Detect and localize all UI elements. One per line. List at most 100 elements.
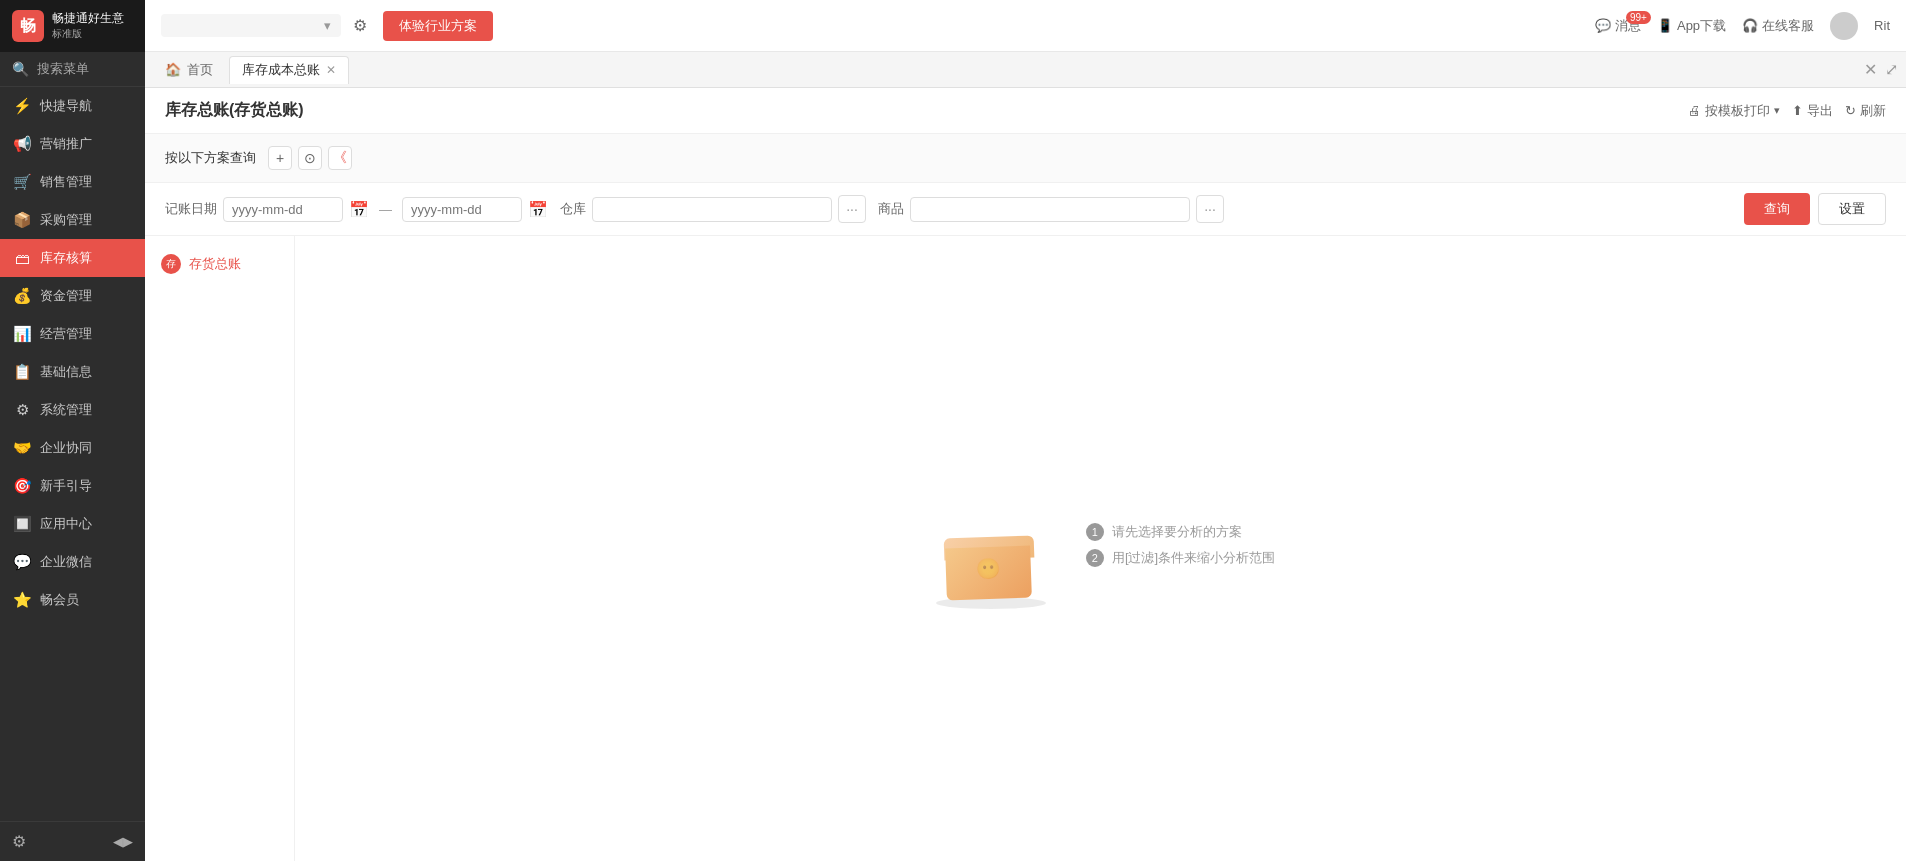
logo-icon: 畅 (12, 10, 44, 42)
topbar-search[interactable]: ▾ (161, 14, 341, 37)
basic-info-icon: 📋 (12, 363, 32, 381)
marketing-icon: 📢 (12, 135, 32, 153)
filter-row: 记账日期 📅 — 📅 仓库 ··· 商品 ··· 查询 设置 (145, 183, 1906, 236)
tab-inventory-cost[interactable]: 库存成本总账 ✕ (229, 56, 349, 84)
sidebar-search-label: 搜索菜单 (37, 60, 89, 78)
sidebar-item-label: 基础信息 (40, 363, 133, 381)
settings-button[interactable]: 设置 (1818, 193, 1886, 225)
filter-collapse-button[interactable]: 《 (328, 146, 352, 170)
hint-2-text: 用[过滤]条件来缩小分析范围 (1112, 549, 1275, 567)
sidebar-item-label: 库存核算 (40, 249, 133, 267)
sidebar-item-finance[interactable]: 💰 资金管理 (0, 277, 145, 315)
tab-close-icon[interactable]: ✕ (326, 63, 336, 77)
tab-home[interactable]: 🏠 首页 (153, 56, 225, 84)
panel-expand-icon[interactable]: ⤢ (1885, 60, 1898, 79)
sidebar-item-label: 新手引导 (40, 477, 133, 495)
goods-input[interactable] (910, 197, 1190, 222)
warehouse-filter-group: 仓库 ··· (560, 195, 866, 223)
goods-filter-group: 商品 ··· (878, 195, 1224, 223)
sidebar-item-system[interactable]: ⚙ 系统管理 (0, 391, 145, 429)
warehouse-filter-label: 仓库 (560, 200, 586, 218)
refresh-icon: ↻ (1845, 103, 1856, 118)
date-start-calendar-icon[interactable]: 📅 (349, 200, 369, 219)
sales-icon: 🛒 (12, 173, 32, 191)
date-start-input[interactable] (223, 197, 343, 222)
sidebar-item-inventory[interactable]: 🗃 库存核算 (0, 239, 145, 277)
topbar: ▾ ⚙ 体验行业方案 💬 消息 99+ 📱 App下载 🎧 在线客服 Rit (145, 0, 1906, 52)
sidebar-item-sales[interactable]: 🛒 销售管理 (0, 163, 145, 201)
goods-filter-label: 商品 (878, 200, 904, 218)
filter-section-label: 按以下方案查询 (165, 149, 256, 167)
topbar-online-service[interactable]: 🎧 在线客服 (1742, 17, 1814, 35)
sidebar-item-purchase[interactable]: 📦 采购管理 (0, 201, 145, 239)
sidebar-item-label: 企业协同 (40, 439, 133, 457)
headset-icon: 🎧 (1742, 18, 1758, 33)
step-2-num: 2 (1086, 549, 1104, 567)
app-version: 标准版 (52, 27, 124, 41)
export-label: 导出 (1807, 102, 1833, 120)
refresh-button[interactable]: ↻ 刷新 (1845, 102, 1886, 120)
export-button[interactable]: ⬆ 导出 (1792, 102, 1833, 120)
page-header: 库存总账(存货总账) 🖨 按模板打印 ▾ ⬆ 导出 ↻ 刷新 (145, 88, 1906, 134)
sidebar-item-label: 资金管理 (40, 287, 133, 305)
sidebar-item-member[interactable]: ⭐ 畅会员 (0, 581, 145, 619)
page-header-actions: 🖨 按模板打印 ▾ ⬆ 导出 ↻ 刷新 (1688, 102, 1886, 120)
trial-button[interactable]: 体验行业方案 (383, 11, 493, 41)
query-actions: 查询 设置 (1744, 193, 1886, 225)
content-body: 存 存货总账 😶 (145, 236, 1906, 861)
topbar-app-download[interactable]: 📱 App下载 (1657, 17, 1726, 35)
app-name: 畅捷通好生意 (52, 11, 124, 27)
sidebar-item-basic-info[interactable]: 📋 基础信息 (0, 353, 145, 391)
sidebar-item-enterprise[interactable]: 🤝 企业协同 (0, 429, 145, 467)
sidebar-item-operations[interactable]: 📊 经营管理 (0, 315, 145, 353)
topbar-right: 💬 消息 99+ 📱 App下载 🎧 在线客服 Rit (1595, 12, 1890, 40)
side-filter-item-inventory[interactable]: 存 存货总账 (145, 246, 294, 282)
phone-icon: 📱 (1657, 18, 1673, 33)
refresh-label: 刷新 (1860, 102, 1886, 120)
print-label: 按模板打印 (1705, 102, 1770, 120)
sidebar: 畅 畅捷通好生意 标准版 🔍 搜索菜单 ⚡ 快捷导航 📢 营销推广 🛒 销售管理… (0, 0, 145, 861)
system-icon: ⚙ (12, 401, 32, 419)
sidebar-item-wechat[interactable]: 💬 企业微信 (0, 543, 145, 581)
service-label: 在线客服 (1762, 17, 1814, 35)
print-button[interactable]: 🖨 按模板打印 ▾ (1688, 102, 1780, 120)
quick-nav-icon: ⚡ (12, 97, 32, 115)
enterprise-icon: 🤝 (12, 439, 32, 457)
panel-close-icon[interactable]: ✕ (1864, 60, 1877, 79)
query-button[interactable]: 查询 (1744, 193, 1810, 225)
tab-bar: 🏠 首页 库存成本总账 ✕ ✕ ⤢ (145, 52, 1906, 88)
filter-actions: + ⊙ 《 (268, 146, 352, 170)
warehouse-input[interactable] (592, 197, 832, 222)
message-icon: 💬 (1595, 18, 1611, 33)
topbar-messages[interactable]: 💬 消息 99+ (1595, 17, 1641, 35)
sidebar-item-label: 畅会员 (40, 591, 133, 609)
sidebar-item-label: 快捷导航 (40, 97, 133, 115)
sidebar-item-quick-nav[interactable]: ⚡ 快捷导航 (0, 87, 145, 125)
settings-footer-icon[interactable]: ⚙ (12, 832, 26, 851)
filter-add-button[interactable]: + (268, 146, 292, 170)
warehouse-more-button[interactable]: ··· (838, 195, 866, 223)
username-label[interactable]: Rit (1874, 18, 1890, 33)
sidebar-item-marketing[interactable]: 📢 营销推广 (0, 125, 145, 163)
sidebar-item-label: 销售管理 (40, 173, 133, 191)
home-icon: 🏠 (165, 62, 181, 77)
goods-more-button[interactable]: ··· (1196, 195, 1224, 223)
user-avatar (1830, 12, 1858, 40)
sidebar-item-guide[interactable]: 🎯 新手引导 (0, 467, 145, 505)
sidebar-search[interactable]: 🔍 搜索菜单 (0, 52, 145, 87)
date-separator: — (379, 202, 392, 217)
date-end-calendar-icon[interactable]: 📅 (528, 200, 548, 219)
filter-settings-button[interactable]: ⊙ (298, 146, 322, 170)
tab-inventory-label: 库存成本总账 (242, 61, 320, 79)
sidebar-item-app-center[interactable]: 🔲 应用中心 (0, 505, 145, 543)
side-filter-icon: 存 (161, 254, 181, 274)
hint-step-2: 2 用[过滤]条件来缩小分析范围 (1086, 549, 1275, 567)
date-end-input[interactable] (402, 197, 522, 222)
notification-badge: 99+ (1626, 11, 1651, 24)
date-filter-label: 记账日期 (165, 200, 217, 218)
side-filter-panel: 存 存货总账 (145, 236, 295, 861)
side-filter-item-label: 存货总账 (189, 255, 241, 273)
collapse-footer-icon[interactable]: ◀▶ (113, 834, 133, 849)
topbar-gear-icon[interactable]: ⚙ (353, 16, 367, 35)
hint-1-text: 请先选择要分析的方案 (1112, 523, 1242, 541)
